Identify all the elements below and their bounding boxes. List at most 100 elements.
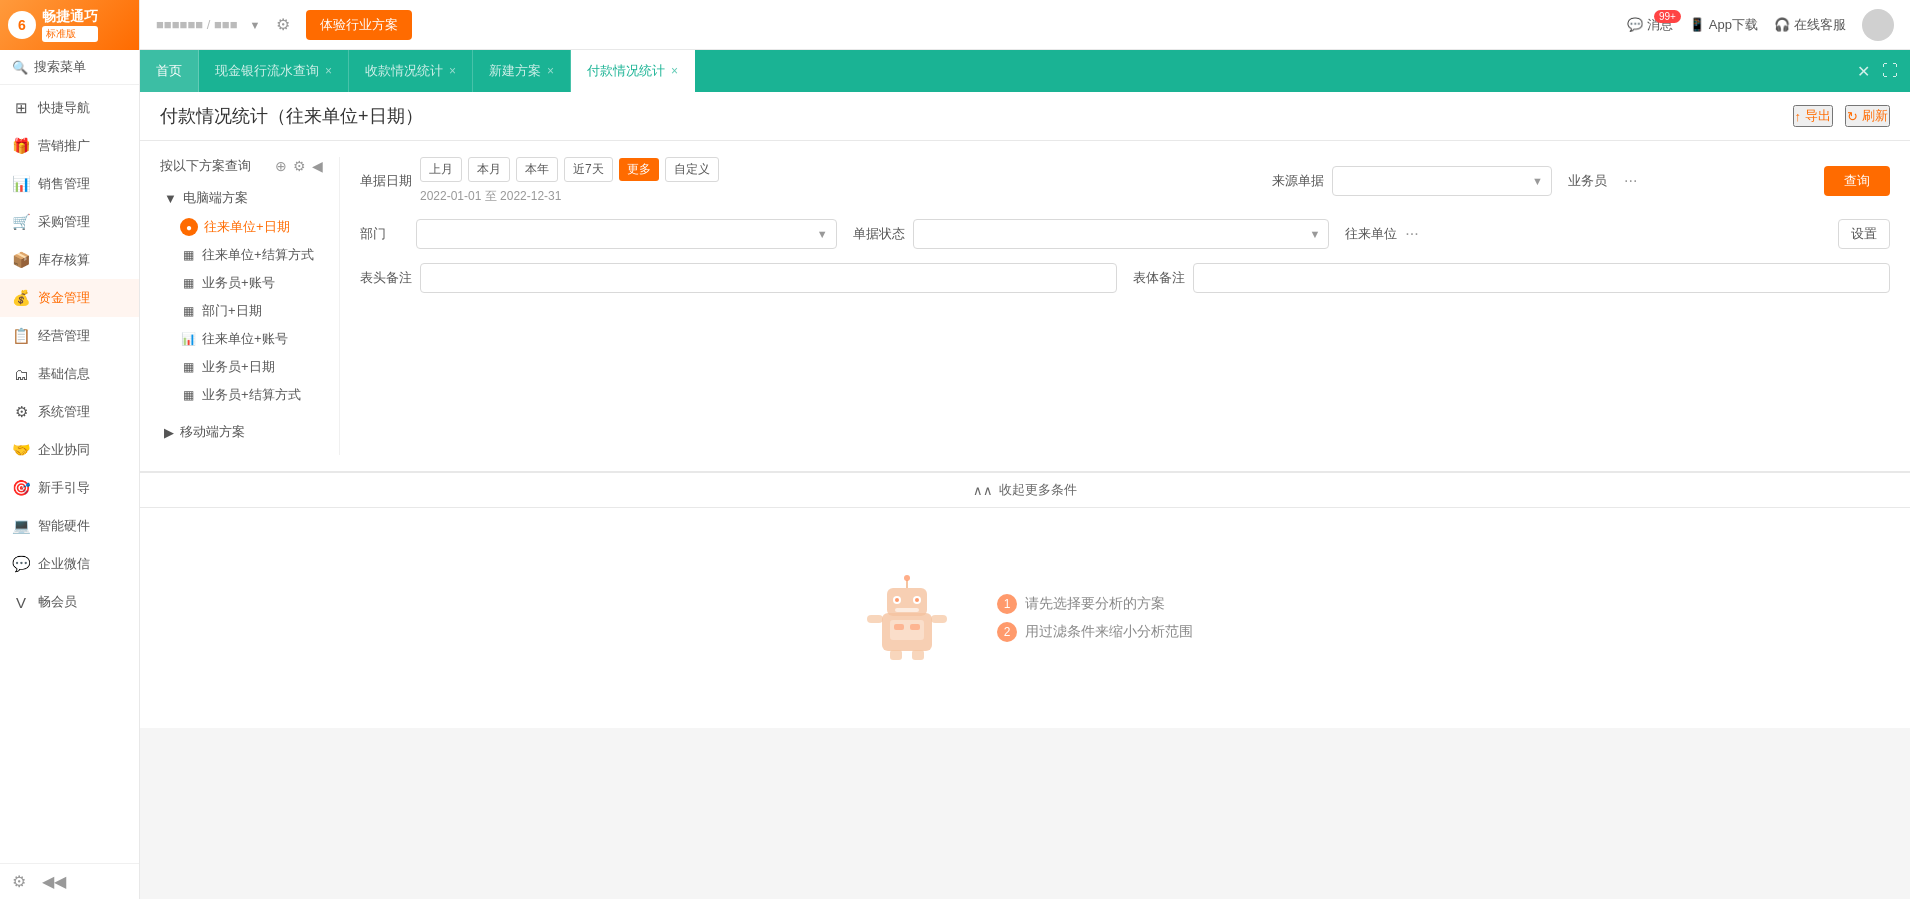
settings-gear-icon[interactable]: ⚙: [12, 872, 26, 891]
date-btn-7days[interactable]: 近7天: [564, 157, 613, 182]
tab-close-icon[interactable]: ×: [671, 64, 678, 78]
svg-rect-14: [890, 650, 902, 660]
maximize-icon[interactable]: ⛶: [1882, 62, 1898, 80]
scheme-item-staff-account[interactable]: ▦ 业务员+账号: [160, 269, 323, 297]
scheme-group-arrow-icon: ▼: [164, 191, 177, 206]
source-select[interactable]: ▼: [1332, 166, 1552, 196]
doc-status-select[interactable]: ▼: [913, 219, 1330, 249]
tab-receipt[interactable]: 收款情况统计 ×: [349, 50, 473, 92]
tab-new-scheme[interactable]: 新建方案 ×: [473, 50, 571, 92]
ellipsis-icon[interactable]: ···: [1624, 172, 1637, 190]
headset-icon: 🎧: [1774, 17, 1790, 32]
sidebar-item-inventory[interactable]: 📦 库存核算: [0, 241, 139, 279]
scheme-group-label: 电脑端方案: [183, 189, 248, 207]
refresh-btn[interactable]: ↻ 刷新: [1845, 105, 1890, 127]
app-download-btn[interactable]: 📱 App下载: [1689, 16, 1758, 34]
sidebar-item-label: 基础信息: [38, 365, 90, 383]
scheme-group-label: 移动端方案: [180, 423, 245, 441]
sidebar-item-guide[interactable]: 🎯 新手引导: [0, 469, 139, 507]
collapse-sidebar-icon[interactable]: ◀◀: [42, 872, 66, 891]
sidebar-item-label: 畅会员: [38, 593, 77, 611]
tabbar: 首页 现金银行流水查询 × 收款情况统计 × 新建方案 × 付款情况统计 × ✕…: [140, 50, 1910, 92]
sidebar-item-quick-nav[interactable]: ⊞ 快捷导航: [0, 89, 139, 127]
trial-btn[interactable]: 体验行业方案: [306, 10, 412, 40]
header-remark-field: 表头备注: [360, 263, 1117, 293]
scheme-group-mobile: ▶ 移动端方案: [160, 417, 323, 447]
scheme-item-unit-account[interactable]: 📊 往来单位+账号: [160, 325, 323, 353]
sidebar-item-marketing[interactable]: 🎁 营销推广: [0, 127, 139, 165]
collapse-bar[interactable]: ∧∧ 收起更多条件: [140, 473, 1910, 508]
date-btn-custom[interactable]: 自定义: [665, 157, 719, 182]
sidebar-item-purchase[interactable]: 🛒 采购管理: [0, 203, 139, 241]
scheme-icon: ▦: [180, 303, 196, 319]
sidebar-item-label: 智能硬件: [38, 517, 90, 535]
tab-bank[interactable]: 现金银行流水查询 ×: [199, 50, 349, 92]
online-service-btn[interactable]: 🎧 在线客服: [1774, 16, 1846, 34]
empty-hints: 1 请先选择要分析的方案 2 用过滤条件来缩小分析范围: [997, 594, 1193, 642]
scheme-item-unit-date[interactable]: ● 往来单位+日期: [160, 213, 323, 241]
ellipsis-icon[interactable]: ···: [1405, 225, 1418, 243]
svg-rect-9: [890, 620, 924, 640]
settings-icon[interactable]: ⚙: [276, 15, 290, 34]
body-remark-input[interactable]: [1193, 263, 1890, 293]
date-wrap: 上月 本月 本年 近7天 更多 自定义 2022-01-01 至 2022-12…: [420, 157, 719, 205]
scheme-item-dept-date[interactable]: ▦ 部门+日期: [160, 297, 323, 325]
svg-point-7: [904, 575, 910, 581]
sidebar-item-vip[interactable]: V 畅会员: [0, 583, 139, 621]
date-btn-this-month[interactable]: 本月: [468, 157, 510, 182]
add-scheme-icon[interactable]: ⊕: [275, 158, 287, 174]
sidebar-item-hardware[interactable]: 💻 智能硬件: [0, 507, 139, 545]
svg-rect-13: [931, 615, 947, 623]
header-remark-label: 表头备注: [360, 269, 412, 287]
search-menu[interactable]: 🔍 搜索菜单: [0, 50, 139, 85]
export-btn[interactable]: ↑ 导出: [1793, 105, 1834, 127]
scheme-label: 按以下方案查询: [160, 157, 251, 175]
scheme-item-staff-date[interactable]: ▦ 业务员+日期: [160, 353, 323, 381]
sidebar-item-enterprise[interactable]: 🤝 企业协同: [0, 431, 139, 469]
filter-form: 单据日期 上月 本月 本年 近7天 更多 自定义 2022-01-01 至 20…: [340, 157, 1890, 455]
operations-icon: 📋: [12, 327, 30, 345]
unit-field: 往来单位 ···: [1345, 225, 1822, 243]
collapse-scheme-icon[interactable]: ◀: [312, 158, 323, 174]
chevron-down-icon: ▼: [817, 228, 828, 240]
scheme-group-pc-header[interactable]: ▼ 电脑端方案: [160, 183, 323, 213]
query-btn[interactable]: 查询: [1824, 166, 1890, 196]
settings-btn[interactable]: 设置: [1838, 219, 1890, 249]
purchase-icon: 🛒: [12, 213, 30, 231]
sidebar-item-wechat[interactable]: 💬 企业微信: [0, 545, 139, 583]
header-remark-input[interactable]: [420, 263, 1117, 293]
topbar: ■■■■■■ / ■■■ ▼ ⚙ 体验行业方案 💬 消息 99+ 📱 App下载…: [140, 0, 1910, 50]
sidebar-item-capital[interactable]: 💰 资金管理: [0, 279, 139, 317]
sidebar-item-system[interactable]: ⚙ 系统管理: [0, 393, 139, 431]
sidebar-item-label: 新手引导: [38, 479, 90, 497]
scheme-group-mobile-header[interactable]: ▶ 移动端方案: [160, 417, 323, 447]
date-btn-last-month[interactable]: 上月: [420, 157, 462, 182]
scheme-item-staff-settle[interactable]: ▦ 业务员+结算方式: [160, 381, 323, 409]
sidebar-item-operations[interactable]: 📋 经营管理: [0, 317, 139, 355]
dept-select[interactable]: ▼: [416, 219, 837, 249]
scheme-group-pc: ▼ 电脑端方案 ● 往来单位+日期 ▦ 往来单位+结算方式 ▦ 业务员+账号: [160, 183, 323, 409]
tab-home[interactable]: 首页: [140, 50, 199, 92]
sidebar-item-basic[interactable]: 🗂 基础信息: [0, 355, 139, 393]
message-btn[interactable]: 💬 消息 99+: [1627, 16, 1673, 34]
svg-point-5: [915, 598, 919, 602]
filter-row-2: 部门 ▼ 单据状态 ▼ 往来单位: [360, 219, 1890, 249]
date-btn-this-year[interactable]: 本年: [516, 157, 558, 182]
sidebar-item-label: 系统管理: [38, 403, 90, 421]
tab-close-icon[interactable]: ×: [325, 64, 332, 78]
sidebar-item-sales[interactable]: 📊 销售管理: [0, 165, 139, 203]
hint-2: 2 用过滤条件来缩小分析范围: [997, 622, 1193, 642]
tab-payment[interactable]: 付款情况统计 ×: [571, 50, 695, 92]
tab-close-icon[interactable]: ×: [449, 64, 456, 78]
scheme-actions: ⊕ ⚙ ◀: [275, 158, 323, 174]
settings-scheme-icon[interactable]: ⚙: [293, 158, 306, 174]
body-remark-field: 表体备注: [1133, 263, 1890, 293]
close-all-icon[interactable]: ✕: [1857, 62, 1870, 81]
tab-label: 首页: [156, 62, 182, 80]
date-btn-more[interactable]: 更多: [619, 158, 659, 181]
user-avatar[interactable]: [1862, 9, 1894, 41]
sidebar-item-label: 企业微信: [38, 555, 90, 573]
tab-close-icon[interactable]: ×: [547, 64, 554, 78]
scheme-item-unit-settle[interactable]: ▦ 往来单位+结算方式: [160, 241, 323, 269]
hint-num-2: 2: [997, 622, 1017, 642]
